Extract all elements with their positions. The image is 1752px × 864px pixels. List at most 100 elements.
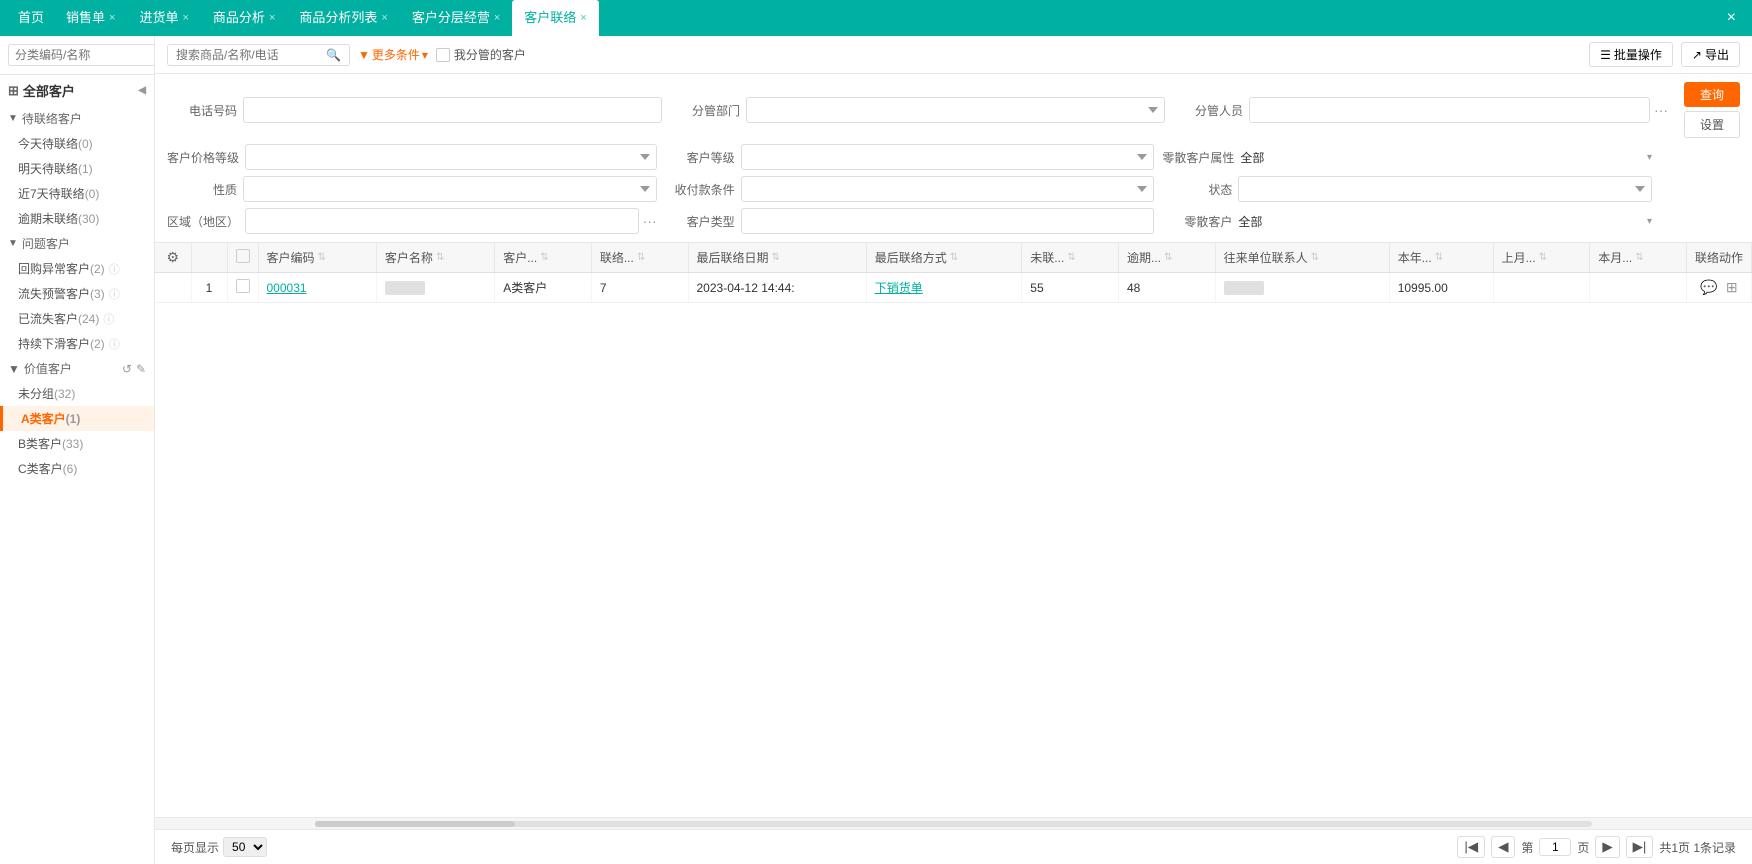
filter-person-input[interactable]	[1249, 97, 1650, 123]
filter-customer-level-label: 客户等级	[665, 149, 735, 166]
sidebar-item-declining[interactable]: 持续下滑客户 (2) ⓘ	[0, 331, 154, 356]
filter-more-button[interactable]: ▼ 更多条件 ▾	[358, 46, 428, 63]
page-number-input[interactable]	[1539, 838, 1571, 856]
sidebar-item-b-class[interactable]: B类客户 (33)	[0, 431, 154, 456]
col-contacts-header[interactable]: 联络...⇅	[591, 243, 688, 273]
filter-price-level-select[interactable]	[245, 144, 657, 170]
col-last-month-header[interactable]: 上月...⇅	[1493, 243, 1590, 273]
sidebar-search-input[interactable]	[8, 44, 155, 66]
filter-dept-select[interactable]	[746, 97, 1165, 123]
close-icon[interactable]: ×	[109, 0, 115, 36]
chat-icon[interactable]: 💬	[1700, 279, 1717, 296]
nav-tab-customer-tier[interactable]: 客户分层经营 ×	[400, 0, 512, 36]
filter-retail-attr: 零散客户属性 全部 ▾	[1162, 149, 1652, 166]
export-button[interactable]: ↗ 导出	[1681, 42, 1740, 67]
filter-payment-select[interactable]	[741, 176, 1155, 202]
filter-person-dots[interactable]: ···	[1654, 102, 1668, 118]
filter-dept-label: 分管部门	[670, 102, 740, 119]
filter-phone-input[interactable]	[243, 97, 662, 123]
info-icon: ⓘ	[109, 336, 120, 352]
select-all-checkbox[interactable]	[236, 249, 250, 263]
col-code-header[interactable]: 客户编码⇅	[258, 243, 376, 273]
col-no-contact-header[interactable]: 未联...⇅	[1022, 243, 1119, 273]
filter-price-level: 客户价格等级	[167, 144, 657, 170]
col-action-header: 联络动作	[1686, 243, 1751, 273]
sidebar-pending-title[interactable]: ▼ 待联络客户	[0, 106, 154, 131]
filter-region-dots[interactable]: ···	[643, 213, 657, 229]
sidebar-all-customers[interactable]: ⊞ 全部客户 ◀	[0, 75, 154, 106]
close-icon[interactable]: ×	[269, 0, 275, 36]
filter-bar: 🔍 ▼ 更多条件 ▾ 我分管的客户 ☰ 批量操作	[155, 36, 1752, 74]
filter-customer-type-label: 客户类型	[665, 213, 735, 230]
horizontal-scrollbar[interactable]	[155, 817, 1752, 829]
filter-row-3: 性质 收付款条件 状态	[167, 176, 1740, 202]
sidebar-item-churned[interactable]: 已流失客户 (24) ⓘ	[0, 306, 154, 331]
filter-nature-select[interactable]	[243, 176, 657, 202]
sidebar-item-today-pending[interactable]: 今天待联络 (0)	[0, 131, 154, 156]
col-overdue-header[interactable]: 逾期...⇅	[1118, 243, 1215, 273]
prev-page-button[interactable]: ◀	[1491, 836, 1515, 858]
col-this-month-header[interactable]: 本月...⇅	[1590, 243, 1687, 273]
filter-retail-customer-value: 全部	[1238, 213, 1262, 230]
first-page-button[interactable]: |◀	[1457, 836, 1485, 858]
customer-code-link[interactable]: 000031	[267, 281, 307, 295]
last-method-link[interactable]: 下销货单	[875, 281, 923, 295]
filter-nature-label: 性质	[167, 181, 237, 198]
sidebar-item-ungroup[interactable]: 未分组 (32)	[0, 381, 154, 406]
row-no: 1	[191, 273, 227, 303]
filter-region-input[interactable]	[245, 208, 639, 234]
filter-retail-customer-label: 零散客户	[1162, 213, 1232, 230]
filter-search-icon[interactable]: 🔍	[326, 48, 341, 62]
sidebar-item-7days-pending[interactable]: 近7天待联络 (0)	[0, 181, 154, 206]
table-settings-button[interactable]: ⚙	[166, 249, 179, 266]
sidebar-problem-title[interactable]: ▼ 问题客户	[0, 231, 154, 256]
nav-close-all-button[interactable]: ×	[1719, 9, 1744, 27]
query-button[interactable]: 查询	[1684, 82, 1740, 107]
col-this-year-header[interactable]: 本年...⇅	[1389, 243, 1493, 273]
filter-my-customers[interactable]: 我分管的客户	[436, 46, 526, 63]
nav-tab-analysis[interactable]: 商品分析 ×	[201, 0, 287, 36]
row-this-year: 10995.00	[1389, 273, 1493, 303]
col-type-header[interactable]: 客户...⇅	[495, 243, 592, 273]
nav-tab-sales[interactable]: 销售单 ×	[54, 0, 127, 36]
row-checkbox[interactable]	[236, 279, 250, 293]
col-last-date-header[interactable]: 最后联络日期⇅	[688, 243, 866, 273]
filter-status-select[interactable]	[1238, 176, 1652, 202]
nav-home[interactable]: 首页	[8, 0, 54, 36]
filter-customer-type-input[interactable]	[741, 208, 1155, 234]
sidebar-item-overdue-pending[interactable]: 逾期未联络 (30)	[0, 206, 154, 231]
nav-tab-customer-contact[interactable]: 客户联络 ×	[512, 0, 598, 36]
last-page-button[interactable]: ▶|	[1626, 836, 1654, 858]
close-icon[interactable]: ×	[182, 0, 188, 36]
close-icon[interactable]: ×	[381, 0, 387, 36]
edit-icon[interactable]: ✎	[136, 362, 146, 376]
scrollbar-thumb[interactable]	[315, 821, 515, 827]
next-page-button[interactable]: ▶	[1595, 836, 1619, 858]
close-icon[interactable]: ×	[494, 0, 500, 36]
col-unit-contact-header[interactable]: 往来单位联系人⇅	[1215, 243, 1389, 273]
refresh-icon[interactable]: ↺	[122, 362, 132, 376]
my-customers-checkbox[interactable]	[436, 48, 450, 62]
close-icon[interactable]: ×	[580, 0, 586, 36]
filter-search-input[interactable]	[176, 48, 326, 62]
filter-nature-wrap	[243, 176, 657, 202]
nav-tab-analysis-list[interactable]: 商品分析列表 ×	[287, 0, 399, 36]
filter-retail-customer-wrap: 全部 ▾	[1238, 213, 1652, 230]
batch-op-button[interactable]: ☰ 批量操作	[1589, 42, 1673, 67]
sidebar-item-a-class[interactable]: A类客户 (1)	[0, 406, 154, 431]
nav-tab-purchase[interactable]: 进货单 ×	[127, 0, 200, 36]
row-actions: 💬 ⊞	[1686, 273, 1751, 303]
col-last-method-header[interactable]: 最后联络方式⇅	[866, 243, 1022, 273]
sidebar-value-title: ▼ 价值客户 ↺ ✎	[0, 356, 154, 381]
setting-button[interactable]: 设置	[1684, 111, 1740, 138]
sidebar-item-repurchase-abnormal[interactable]: 回购异常客户 (2) ⓘ	[0, 256, 154, 281]
sidebar-item-churn-warning[interactable]: 流失预警客户 (3) ⓘ	[0, 281, 154, 306]
collapse-icon[interactable]: ◀	[138, 85, 146, 96]
per-page-select[interactable]: 50	[223, 837, 267, 857]
col-name-header[interactable]: 客户名称⇅	[376, 243, 494, 273]
filter-customer-level-select[interactable]	[741, 144, 1155, 170]
qr-icon[interactable]: ⊞	[1726, 279, 1738, 296]
sidebar-item-tomorrow-pending[interactable]: 明天待联络 (1)	[0, 156, 154, 181]
sidebar-item-c-class[interactable]: C类客户 (6)	[0, 456, 154, 481]
sidebar-search-area: 🔍	[0, 36, 154, 75]
